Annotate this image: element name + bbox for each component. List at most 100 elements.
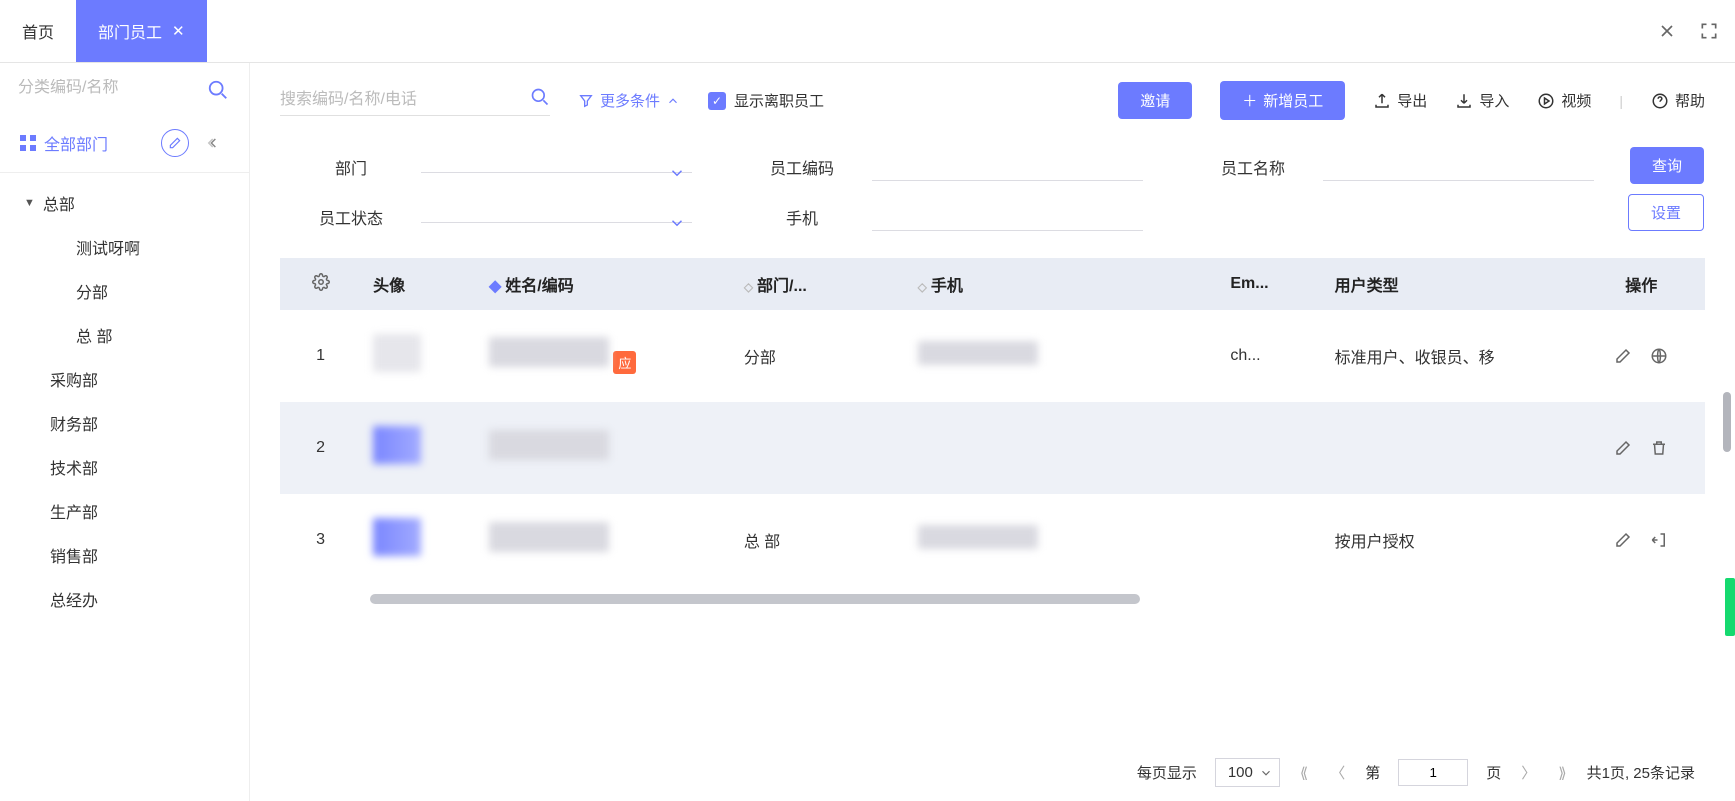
pagination: 每页显示 100 ⟪ 〈 第 页 〉 ⟫ 共1页, 25条记录 <box>1137 758 1695 787</box>
phone-input[interactable] <box>872 203 1143 231</box>
chevron-up-icon <box>666 94 680 108</box>
cell-dept: 分部 <box>732 310 906 402</box>
video-label: 视频 <box>1561 90 1591 111</box>
col-settings[interactable] <box>280 258 361 310</box>
first-page-icon[interactable]: ⟪ <box>1298 764 1310 782</box>
query-button[interactable]: 查询 <box>1630 147 1704 184</box>
table-row[interactable]: 1 应 分部 ch... 标准用户、收银员、移 <box>280 310 1705 402</box>
next-page-icon[interactable]: 〉 <box>1519 762 1538 783</box>
grid-icon <box>20 135 36 151</box>
tree-item[interactable]: 采购部 <box>0 357 249 401</box>
filter-label: 员工编码 <box>732 155 872 179</box>
filter-field-emp-code: 员工编码 <box>732 153 1143 181</box>
sidebar-search-input[interactable] <box>18 79 231 98</box>
col-phone[interactable]: ◇手机 <box>906 258 1219 310</box>
close-icon[interactable]: ✕ <box>172 22 185 40</box>
tab-bar: 首页 部门员工 ✕ <box>0 0 1735 63</box>
table-row[interactable]: 3 总 部 按用户授权 <box>280 494 1705 586</box>
tab-department-staff[interactable]: 部门员工 ✕ <box>76 0 207 62</box>
more-conditions-label: 更多条件 <box>600 90 660 111</box>
cell-usertype: 按用户授权 <box>1323 494 1578 586</box>
help-button[interactable]: 帮助 <box>1651 90 1705 111</box>
emp-name-input[interactable] <box>1323 153 1594 181</box>
import-button[interactable]: 导入 <box>1455 90 1509 111</box>
page-prefix: 第 <box>1365 762 1380 783</box>
tab-label: 部门员工 <box>98 19 162 43</box>
page-summary: 共1页, 25条记录 <box>1587 762 1695 783</box>
prev-page-icon[interactable]: 〈 <box>1328 762 1347 783</box>
video-button[interactable]: 视频 <box>1537 90 1591 111</box>
cell-phone <box>906 402 1219 494</box>
cell-name <box>477 494 732 586</box>
tree-item[interactable]: 总 部 <box>0 313 249 357</box>
page-input[interactable] <box>1398 759 1468 786</box>
tree-item[interactable]: 技术部 <box>0 445 249 489</box>
emp-code-input[interactable] <box>872 153 1143 181</box>
checkbox-label: 显示离职员工 <box>734 90 824 111</box>
horizontal-scrollbar[interactable] <box>280 592 1705 606</box>
tab-home[interactable]: 首页 <box>0 0 76 62</box>
edit-icon[interactable] <box>1614 347 1632 365</box>
filter-label: 部门 <box>281 155 421 179</box>
table-row[interactable]: 2 <box>280 402 1705 494</box>
last-page-icon[interactable]: ⟫ <box>1556 764 1568 782</box>
search-icon[interactable] <box>530 87 550 107</box>
col-dept[interactable]: ◇部门/... <box>732 258 906 310</box>
fullscreen-icon[interactable] <box>1697 19 1721 43</box>
help-label: 帮助 <box>1675 90 1705 111</box>
tree-item[interactable]: 总经办 <box>0 577 249 621</box>
cell-avatar <box>361 402 477 494</box>
edit-tree-button[interactable] <box>161 129 189 157</box>
chevron-down-icon <box>668 214 686 235</box>
tree-item-headquarters[interactable]: ▼ 总部 <box>0 181 249 225</box>
invite-button[interactable]: 邀请 <box>1118 82 1192 119</box>
cell-name: 应 <box>477 310 732 402</box>
tree-item[interactable]: 分部 <box>0 269 249 313</box>
cell-email <box>1218 402 1322 494</box>
more-conditions-toggle[interactable]: 更多条件 <box>578 90 680 111</box>
logout-icon[interactable] <box>1650 531 1668 549</box>
globe-icon[interactable] <box>1650 347 1668 365</box>
tree-item[interactable]: 测试呀啊 <box>0 225 249 269</box>
tree-item-label: 总部 <box>43 191 75 215</box>
export-button[interactable]: 导出 <box>1373 90 1427 111</box>
sidebar-search <box>0 63 249 110</box>
tree-item-label: 总经办 <box>50 587 98 611</box>
department-select[interactable] <box>421 162 692 173</box>
settings-button[interactable]: 设置 <box>1628 194 1704 231</box>
tree-item[interactable]: 财务部 <box>0 401 249 445</box>
sidebar-title[interactable]: 全部部门 <box>44 131 108 155</box>
show-resigned-checkbox[interactable]: ✓ 显示离职员工 <box>708 90 824 111</box>
tree-item[interactable]: 销售部 <box>0 533 249 577</box>
col-email[interactable]: Em... <box>1218 258 1322 310</box>
search-icon[interactable] <box>207 79 229 101</box>
perpage-select[interactable]: 100 <box>1215 758 1280 787</box>
filter-field-phone: 手机 <box>732 203 1143 231</box>
main-panel: 更多条件 ✓ 显示离职员工 邀请 ＋新增员工 导出 导入 <box>250 63 1735 801</box>
col-name[interactable]: ◆姓名/编码 <box>477 258 732 310</box>
main-search-input[interactable] <box>280 85 550 116</box>
cell-usertype <box>1323 402 1578 494</box>
export-icon <box>1373 92 1391 110</box>
edit-icon[interactable] <box>1614 531 1632 549</box>
tab-label: 首页 <box>22 19 54 43</box>
close-panel-icon[interactable] <box>1655 19 1679 43</box>
col-usertype[interactable]: 用户类型 <box>1323 258 1578 310</box>
feedback-tab[interactable] <box>1725 578 1735 636</box>
vertical-scrollbar[interactable] <box>1723 392 1731 452</box>
collapse-sidebar-icon[interactable] <box>199 128 229 158</box>
delete-icon[interactable] <box>1650 439 1668 457</box>
import-icon <box>1455 92 1473 110</box>
chevron-down-icon <box>668 164 686 185</box>
row-index: 3 <box>280 494 361 586</box>
col-avatar[interactable]: 头像 <box>361 258 477 310</box>
cell-email <box>1218 494 1322 586</box>
add-employee-button[interactable]: ＋新增员工 <box>1220 81 1345 120</box>
edit-icon[interactable] <box>1614 439 1632 457</box>
tree-item[interactable]: 生产部 <box>0 489 249 533</box>
filter-label: 员工状态 <box>281 205 421 229</box>
cell-email: ch... <box>1218 310 1322 402</box>
chevron-down-icon[interactable]: ▼ <box>24 197 35 209</box>
filter-field-department: 部门 <box>281 153 692 181</box>
emp-status-select[interactable] <box>421 212 692 223</box>
